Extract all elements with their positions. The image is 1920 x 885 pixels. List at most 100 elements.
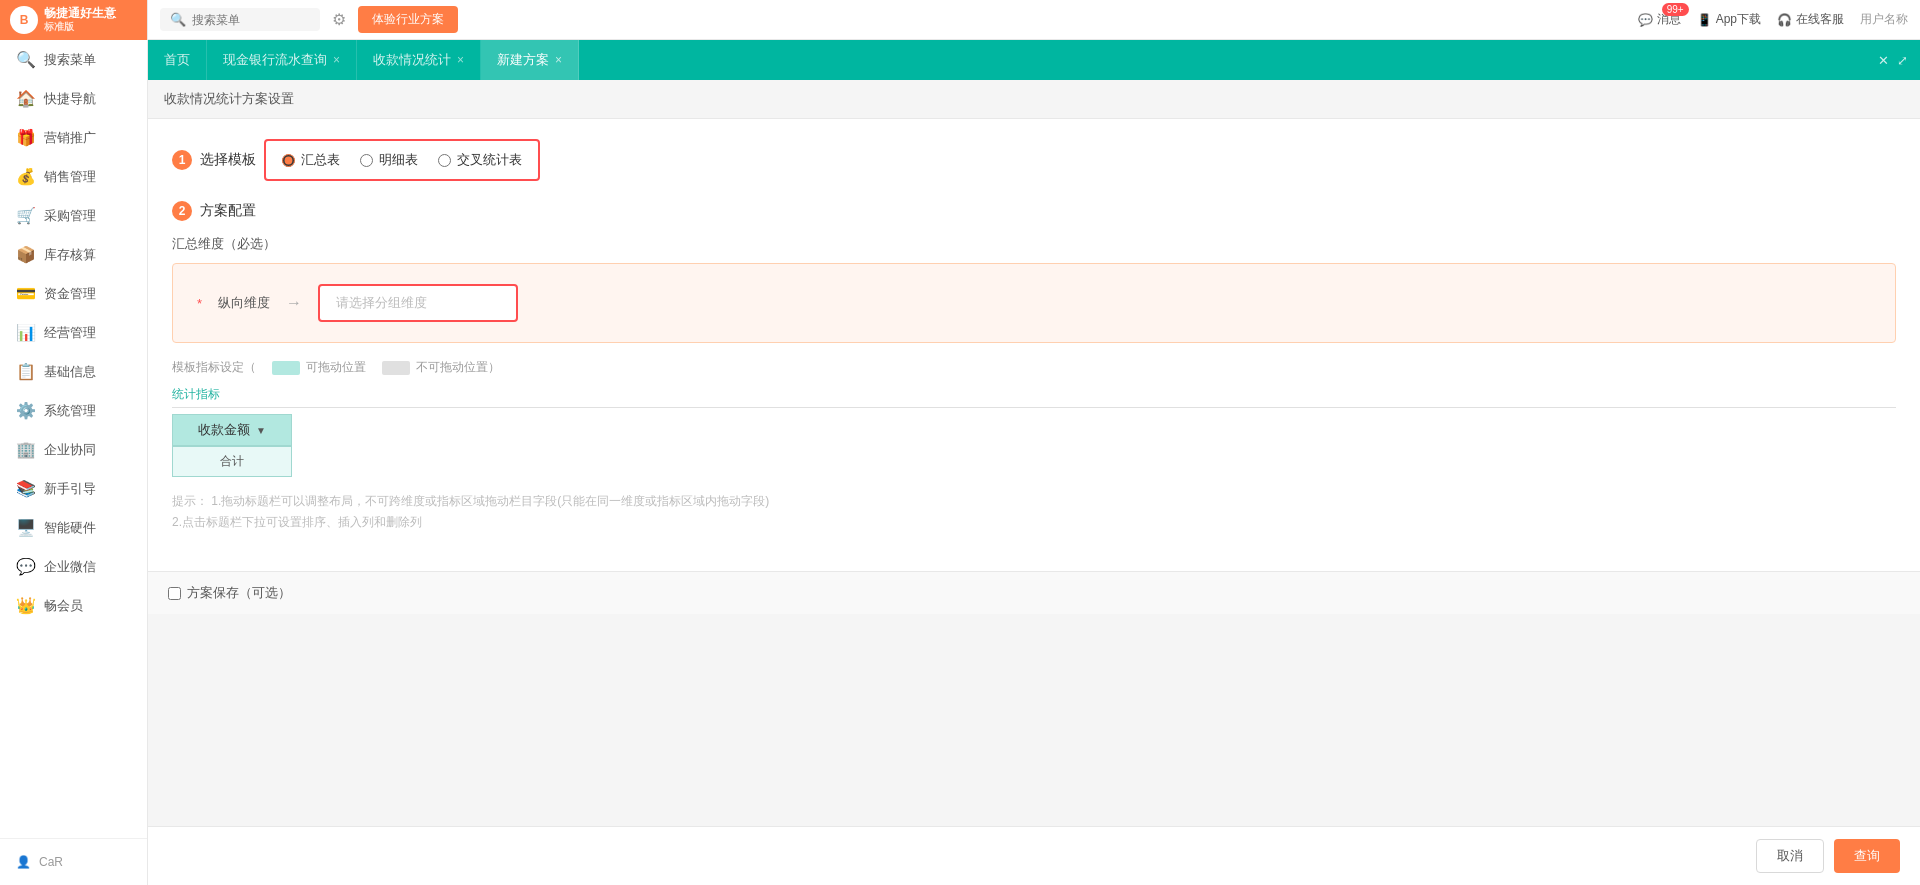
search-box[interactable]: 🔍: [160, 8, 320, 31]
sidebar-item-purchase[interactable]: 🛒 采购管理: [0, 196, 147, 235]
sidebar-item-sales[interactable]: 💰 销售管理: [0, 157, 147, 196]
page-title: 收款情况统计方案设置: [148, 80, 1920, 119]
sidebar-item-system[interactable]: ⚙️ 系统管理: [0, 391, 147, 430]
sidebar-item-label: 畅会员: [44, 597, 83, 615]
sidebar-item-quicknav[interactable]: 🏠 快捷导航: [0, 79, 147, 118]
sidebar-item-operation[interactable]: 📊 经营管理: [0, 313, 147, 352]
save-label: 方案保存（可选）: [187, 584, 291, 602]
non-draggable-label: 不可拖动位置）: [416, 359, 500, 376]
tab-cashflow-close[interactable]: ×: [333, 53, 340, 67]
indicator-cell-total[interactable]: 合计: [172, 446, 292, 477]
sidebar-item-search[interactable]: 🔍 搜索菜单: [0, 40, 147, 79]
tab-cashflow[interactable]: 现金银行流水查询 ×: [207, 40, 357, 80]
settings-icon[interactable]: ⚙: [332, 10, 346, 29]
search-icon: 🔍: [170, 12, 186, 27]
sidebar-item-member[interactable]: 👑 畅会员: [0, 586, 147, 625]
username: 用户名称: [1860, 11, 1908, 28]
industry-btn[interactable]: 体验行业方案: [358, 6, 458, 33]
service-item[interactable]: 🎧 在线客服: [1777, 11, 1844, 28]
tab-expand-icon[interactable]: ⤢: [1897, 53, 1908, 68]
save-checkbox[interactable]: [168, 587, 181, 600]
marketing-icon: 🎁: [16, 128, 36, 147]
non-draggable-box: [382, 361, 410, 375]
content-area: 收款情况统计方案设置 1 选择模板 汇总表 明细表: [148, 80, 1920, 826]
tab-newplan-label: 新建方案: [497, 51, 549, 69]
hardware-icon: 🖥️: [16, 518, 36, 537]
service-label: 在线客服: [1796, 11, 1844, 28]
notification-item[interactable]: 💬 消息 99+: [1638, 11, 1681, 28]
tip2: 2.点击标题栏下拉可设置排序、插入列和删除列: [172, 514, 1896, 531]
notification-count: 99+: [1662, 3, 1689, 16]
indicator-settings: 模板指标设定（ 可拖动位置 不可拖动位置） 统计指标 收款金: [172, 359, 1896, 477]
dimension-select[interactable]: 请选择分组维度: [318, 284, 518, 322]
tab-newplan[interactable]: 新建方案 ×: [481, 40, 579, 80]
template-options: 汇总表 明细表 交叉统计表: [264, 139, 540, 181]
vertical-dimension-label: 纵向维度: [218, 294, 270, 312]
radio-cross[interactable]: [438, 154, 451, 167]
cancel-button[interactable]: 取消: [1756, 839, 1824, 873]
main-area: 🔍 ⚙ 体验行业方案 💬 消息 99+ 📱 App下载 🎧 在线客服 用户名称 …: [148, 0, 1920, 885]
logo: B 畅捷通好生意 标准版: [0, 0, 147, 40]
sidebar-item-marketing[interactable]: 🎁 营销推广: [0, 118, 147, 157]
corp-icon: 🏢: [16, 440, 36, 459]
quicknav-icon: 🏠: [16, 89, 36, 108]
tab-cashflow-label: 现金银行流水查询: [223, 51, 327, 69]
download-item[interactable]: 📱 App下载: [1697, 11, 1761, 28]
step2-title: 方案配置: [200, 202, 256, 220]
sidebar-item-label: 库存核算: [44, 246, 96, 264]
template-cross[interactable]: 交叉统计表: [438, 151, 522, 169]
radio-summary[interactable]: [282, 154, 295, 167]
required-star: *: [197, 296, 202, 311]
finance-icon: 💳: [16, 284, 36, 303]
sidebar-item-inventory[interactable]: 📦 库存核算: [0, 235, 147, 274]
tab-close-icon[interactable]: ✕: [1878, 53, 1889, 68]
sidebar-item-basic[interactable]: 📋 基础信息: [0, 352, 147, 391]
radio-detail[interactable]: [360, 154, 373, 167]
tab-newplan-close[interactable]: ×: [555, 53, 562, 67]
sidebar-item-wechat[interactable]: 💬 企业微信: [0, 547, 147, 586]
search-input[interactable]: [192, 13, 310, 27]
draggable-label: 可拖动位置: [306, 359, 366, 376]
newbie-icon: 📚: [16, 479, 36, 498]
sidebar-footer: 👤 CaR: [0, 838, 147, 885]
step1-header: 1 选择模板 汇总表 明细表 交叉统计表: [172, 139, 1896, 181]
template-summary[interactable]: 汇总表: [282, 151, 340, 169]
sidebar-item-label: 智能硬件: [44, 519, 96, 537]
sidebar-item-label: 基础信息: [44, 363, 96, 381]
tabbar-actions: ✕ ⤢: [1866, 40, 1920, 80]
sidebar-item-corp[interactable]: 🏢 企业协同: [0, 430, 147, 469]
download-icon: 📱: [1697, 13, 1712, 27]
system-icon: ⚙️: [16, 401, 36, 420]
sales-icon: 💰: [16, 167, 36, 186]
sidebar-item-newbie[interactable]: 📚 新手引导: [0, 469, 147, 508]
cell-label-total: 合计: [220, 453, 244, 470]
sidebar-item-finance[interactable]: 💳 资金管理: [0, 274, 147, 313]
notification-icon: 💬: [1638, 13, 1653, 27]
sidebar-footer-item-1[interactable]: 👤 CaR: [0, 847, 147, 877]
indicator-cell-amount[interactable]: 收款金额 ▼: [172, 414, 292, 446]
tab-receipt[interactable]: 收款情况统计 ×: [357, 40, 481, 80]
step1-num: 1: [172, 150, 192, 170]
template-detail[interactable]: 明细表: [360, 151, 418, 169]
cell-label-amount: 收款金额: [198, 421, 250, 439]
step2-section: 2 方案配置 汇总维度（必选） * 纵向维度 → 请选择分组维度 模板指标设定（: [172, 201, 1896, 531]
tab-receipt-close[interactable]: ×: [457, 53, 464, 67]
indicator-legend: 模板指标设定（ 可拖动位置 不可拖动位置）: [172, 359, 1896, 376]
wechat-icon: 💬: [16, 557, 36, 576]
sidebar-item-label: 系统管理: [44, 402, 96, 420]
service-icon: 🎧: [1777, 13, 1792, 27]
tab-home[interactable]: 首页: [148, 40, 207, 80]
sidebar-item-hardware[interactable]: 🖥️ 智能硬件: [0, 508, 147, 547]
sidebar-menu: 🔍 搜索菜单 🏠 快捷导航 🎁 营销推广 💰 销售管理 🛒 采购管理 📦 库存核…: [0, 40, 147, 838]
save-option[interactable]: 方案保存（可选）: [168, 584, 291, 602]
purchase-icon: 🛒: [16, 206, 36, 225]
draggable-box: [272, 361, 300, 375]
step2-header: 2 方案配置: [172, 201, 1896, 221]
legend-draggable: 可拖动位置: [272, 359, 366, 376]
indicator-settings-label: 模板指标设定（: [172, 359, 256, 376]
sidebar-item-label: 企业协同: [44, 441, 96, 459]
sidebar-item-label: 销售管理: [44, 168, 96, 186]
step1-section: 1 选择模板 汇总表 明细表 交叉统计表: [172, 139, 1896, 181]
tab-home-label: 首页: [164, 51, 190, 69]
query-button[interactable]: 查询: [1834, 839, 1900, 873]
